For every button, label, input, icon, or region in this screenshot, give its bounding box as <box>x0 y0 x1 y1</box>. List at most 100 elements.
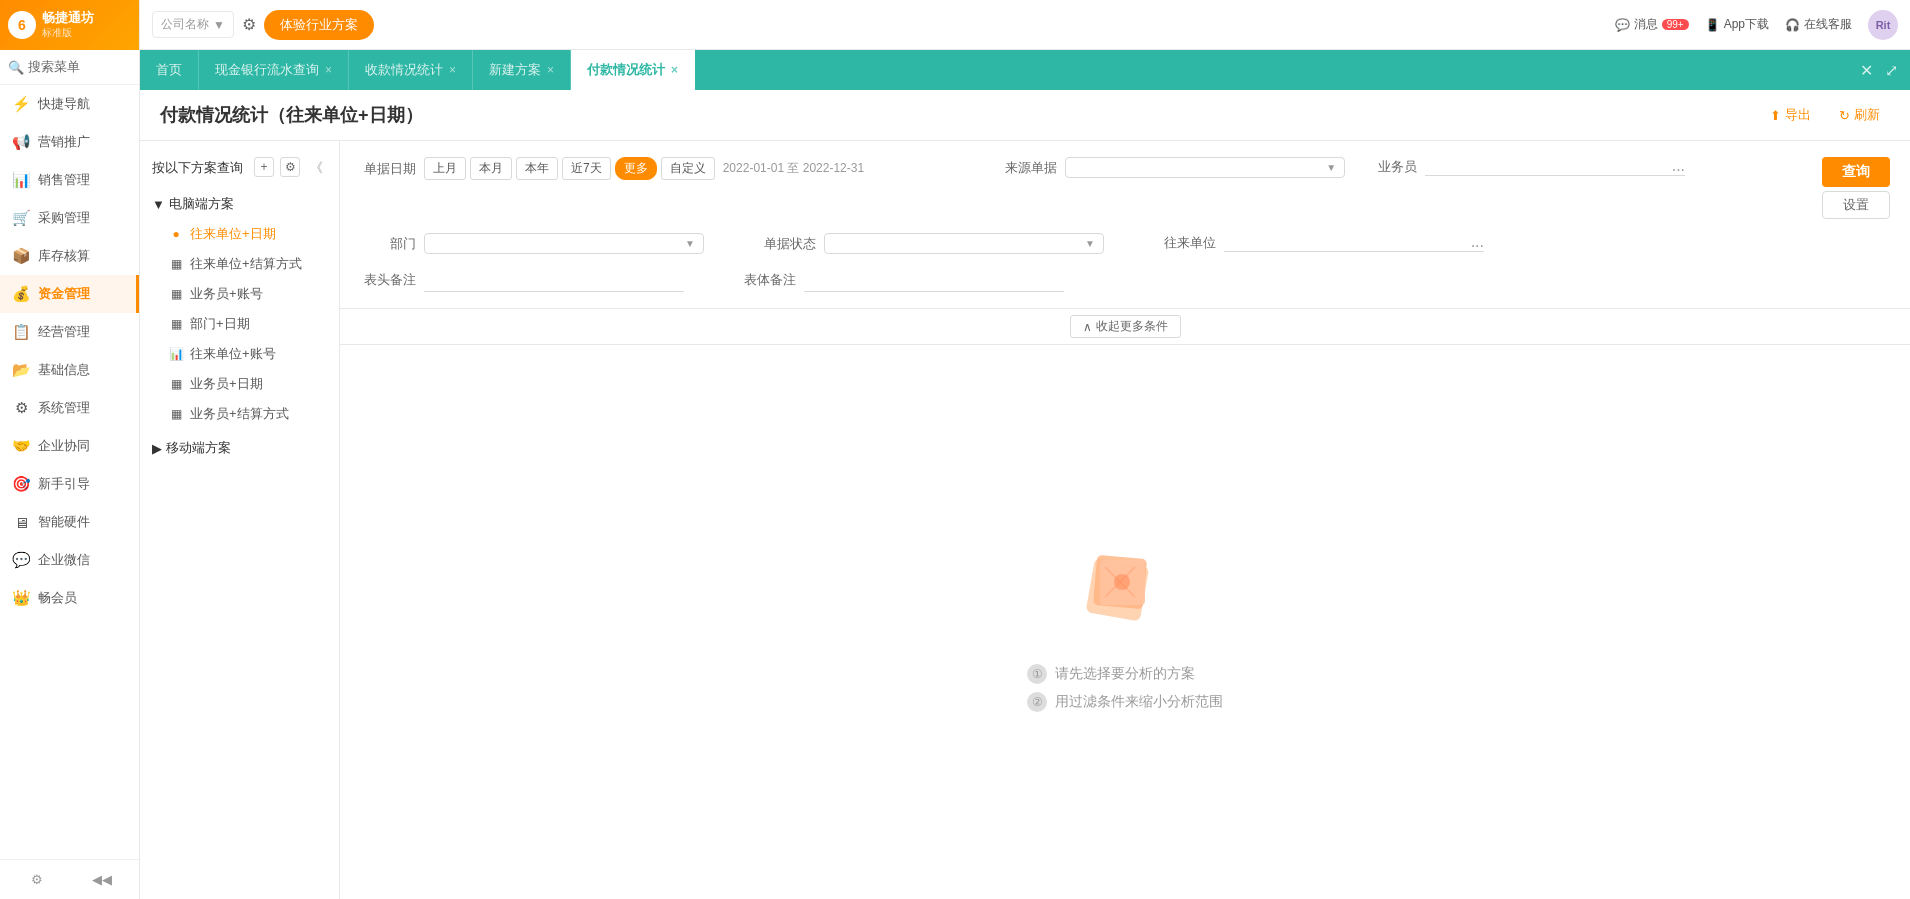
sidebar-item-enterprise[interactable]: 🤝 企业协同 <box>0 427 139 465</box>
message-badge: 99+ <box>1662 19 1689 30</box>
scheme-item-staff-account[interactable]: ▦ 业务员+账号 <box>140 279 339 309</box>
collapse-sidebar-btn[interactable]: ◀◀ <box>74 868 132 891</box>
sales-icon: 📊 <box>12 171 30 189</box>
export-btn[interactable]: ⬆ 导出 <box>1760 102 1821 128</box>
scheme-icon: ▦ <box>168 376 184 392</box>
scheme-group-desktop-header[interactable]: ▼ 电脑端方案 <box>140 189 339 219</box>
collapse-icon: ∧ <box>1083 320 1092 334</box>
left-panel: 按以下方案查询 + ⚙ 《 ▼ 电脑端方案 <box>140 141 340 899</box>
tab-home[interactable]: 首页 <box>140 50 199 90</box>
sidebar-item-capital[interactable]: 💰 资金管理 <box>0 275 139 313</box>
settings-btn[interactable]: 设置 <box>1822 191 1890 219</box>
tab-receivable[interactable]: 收款情况统计 × <box>349 50 473 90</box>
app-download-action[interactable]: 📱 App下载 <box>1705 16 1769 33</box>
last-7-btn[interactable]: 近7天 <box>562 157 611 180</box>
filter-row-3: 表头备注 表体备注 <box>360 268 1890 292</box>
scheme-group-desktop: ▼ 电脑端方案 ● 往来单位+日期 ▦ 往来单位+结算方式 ▦ <box>140 189 339 429</box>
scheme-group-expand-icon: ▶ <box>152 441 162 456</box>
scheme-settings-btn[interactable]: ⚙ <box>280 157 300 177</box>
doc-status-select[interactable]: ▼ <box>824 233 1104 254</box>
message-action[interactable]: 💬 消息 99+ <box>1615 16 1689 33</box>
sidebar-item-label: 新手引导 <box>38 475 90 493</box>
settings-footer-btn[interactable]: ⚙ <box>8 868 66 891</box>
more-btn[interactable]: 更多 <box>615 157 657 180</box>
scheme-icon: ▦ <box>168 286 184 302</box>
try-industry-btn[interactable]: 体验行业方案 <box>264 10 374 40</box>
sidebar-item-operation[interactable]: 📋 经营管理 <box>0 313 139 351</box>
sidebar-item-wechat[interactable]: 💬 企业微信 <box>0 541 139 579</box>
date-filter-label: 单据日期 <box>360 160 416 178</box>
refresh-btn[interactable]: ↻ 刷新 <box>1829 102 1890 128</box>
tab-new-scheme-close[interactable]: × <box>547 63 554 77</box>
sidebar-item-hardware[interactable]: 🖥 智能硬件 <box>0 503 139 541</box>
sidebar-item-label: 销售管理 <box>38 171 90 189</box>
sidebar-item-basic[interactable]: 📂 基础信息 <box>0 351 139 389</box>
tab-payment-stats-close[interactable]: × <box>671 63 678 77</box>
page-header: 付款情况统计（往来单位+日期） ⬆ 导出 ↻ 刷新 <box>140 90 1910 141</box>
scheme-item-dept-date[interactable]: ▦ 部门+日期 <box>140 309 339 339</box>
tab-receivable-close[interactable]: × <box>449 63 456 77</box>
purchase-icon: 🛒 <box>12 209 30 227</box>
sidebar-footer: ⚙ ◀◀ <box>0 859 139 899</box>
tab-bank-flow[interactable]: 现金银行流水查询 × <box>199 50 349 90</box>
scheme-group-mobile-header[interactable]: ▶ 移动端方案 <box>140 433 339 463</box>
scheme-icon: ▦ <box>168 406 184 422</box>
source-label: 来源单据 <box>1001 159 1057 177</box>
tab-payment-stats[interactable]: 付款情况统计 × <box>571 50 695 90</box>
query-btn[interactable]: 查询 <box>1822 157 1890 187</box>
enterprise-icon: 🤝 <box>12 437 30 455</box>
scheme-item-unit-payment[interactable]: ▦ 往来单位+结算方式 <box>140 249 339 279</box>
body-note-input[interactable] <box>804 268 1064 292</box>
panel-header-actions: + ⚙ 《 <box>254 157 327 179</box>
sidebar-item-inventory[interactable]: 📦 库存核算 <box>0 237 139 275</box>
sidebar-item-quick-nav[interactable]: ⚡ 快捷导航 <box>0 85 139 123</box>
staff-dots[interactable]: ... <box>1672 157 1685 175</box>
doc-status-filter-item: 单据状态 ▼ <box>760 233 1104 254</box>
panel-collapse-btn[interactable]: 《 <box>306 157 327 179</box>
collapse-bar: ∧ 收起更多条件 <box>340 309 1910 345</box>
source-dropdown-icon: ▼ <box>1326 162 1336 173</box>
avatar[interactable]: Rit <box>1868 10 1898 40</box>
sidebar-item-member[interactable]: 👑 畅会员 <box>0 579 139 617</box>
sidebar-item-label: 经营管理 <box>38 323 90 341</box>
scheme-item-staff-date[interactable]: ▦ 业务员+日期 <box>140 369 339 399</box>
brand-edition: 标准版 <box>42 26 94 40</box>
tab-new-scheme[interactable]: 新建方案 × <box>473 50 571 90</box>
last-month-btn[interactable]: 上月 <box>424 157 466 180</box>
company-selector[interactable]: 公司名称 ▼ <box>152 11 234 38</box>
sidebar-item-purchase[interactable]: 🛒 采购管理 <box>0 199 139 237</box>
tab-bank-flow-close[interactable]: × <box>325 63 332 77</box>
main-content: 公司名称 ▼ ⚙ 体验行业方案 💬 消息 99+ 📱 App下载 🎧 <box>140 0 1910 899</box>
online-service-icon: 🎧 <box>1785 18 1800 32</box>
operation-icon: 📋 <box>12 323 30 341</box>
top-settings-icon[interactable]: ⚙ <box>242 15 256 34</box>
sidebar-item-system[interactable]: ⚙ 系统管理 <box>0 389 139 427</box>
scheme-item-unit-account[interactable]: 📊 往来单位+账号 <box>140 339 339 369</box>
sidebar-item-sales[interactable]: 📊 销售管理 <box>0 161 139 199</box>
search-menu[interactable]: 🔍 搜索菜单 <box>0 50 139 85</box>
sidebar-item-guide[interactable]: 🎯 新手引导 <box>0 465 139 503</box>
tabs-bar: 首页 现金银行流水查询 × 收款情况统计 × 新建方案 × 付款情况统计 × ✕… <box>140 50 1910 90</box>
dept-select[interactable]: ▼ <box>424 233 704 254</box>
collapse-conditions-btn[interactable]: ∧ 收起更多条件 <box>1070 315 1181 338</box>
partner-input[interactable] <box>1224 238 1471 246</box>
scheme-item-staff-payment[interactable]: ▦ 业务员+结算方式 <box>140 399 339 429</box>
close-all-tabs-btn[interactable]: ✕ <box>1856 57 1877 84</box>
staff-input[interactable] <box>1425 162 1672 170</box>
this-month-btn[interactable]: 本月 <box>470 157 512 180</box>
add-scheme-btn[interactable]: + <box>254 157 274 177</box>
online-service-action[interactable]: 🎧 在线客服 <box>1785 16 1852 33</box>
maximize-btn[interactable]: ⤢ <box>1881 57 1902 84</box>
scheme-group-label: 移动端方案 <box>166 439 231 457</box>
export-icon: ⬆ <box>1770 108 1781 123</box>
sidebar-item-label: 快捷导航 <box>38 95 90 113</box>
this-year-btn[interactable]: 本年 <box>516 157 558 180</box>
header-note-input[interactable] <box>424 268 684 292</box>
filter-row-1: 单据日期 上月 本月 本年 近7天 更多 自定义 2022-01-01 至 20… <box>360 157 1890 219</box>
quick-nav-icon: ⚡ <box>12 95 30 113</box>
sidebar-item-marketing[interactable]: 📢 营销推广 <box>0 123 139 161</box>
scheme-item-unit-date[interactable]: ● 往来单位+日期 <box>140 219 339 249</box>
custom-btn[interactable]: 自定义 <box>661 157 715 180</box>
partner-dots[interactable]: ... <box>1471 233 1484 251</box>
source-select[interactable]: ▼ <box>1065 157 1345 178</box>
